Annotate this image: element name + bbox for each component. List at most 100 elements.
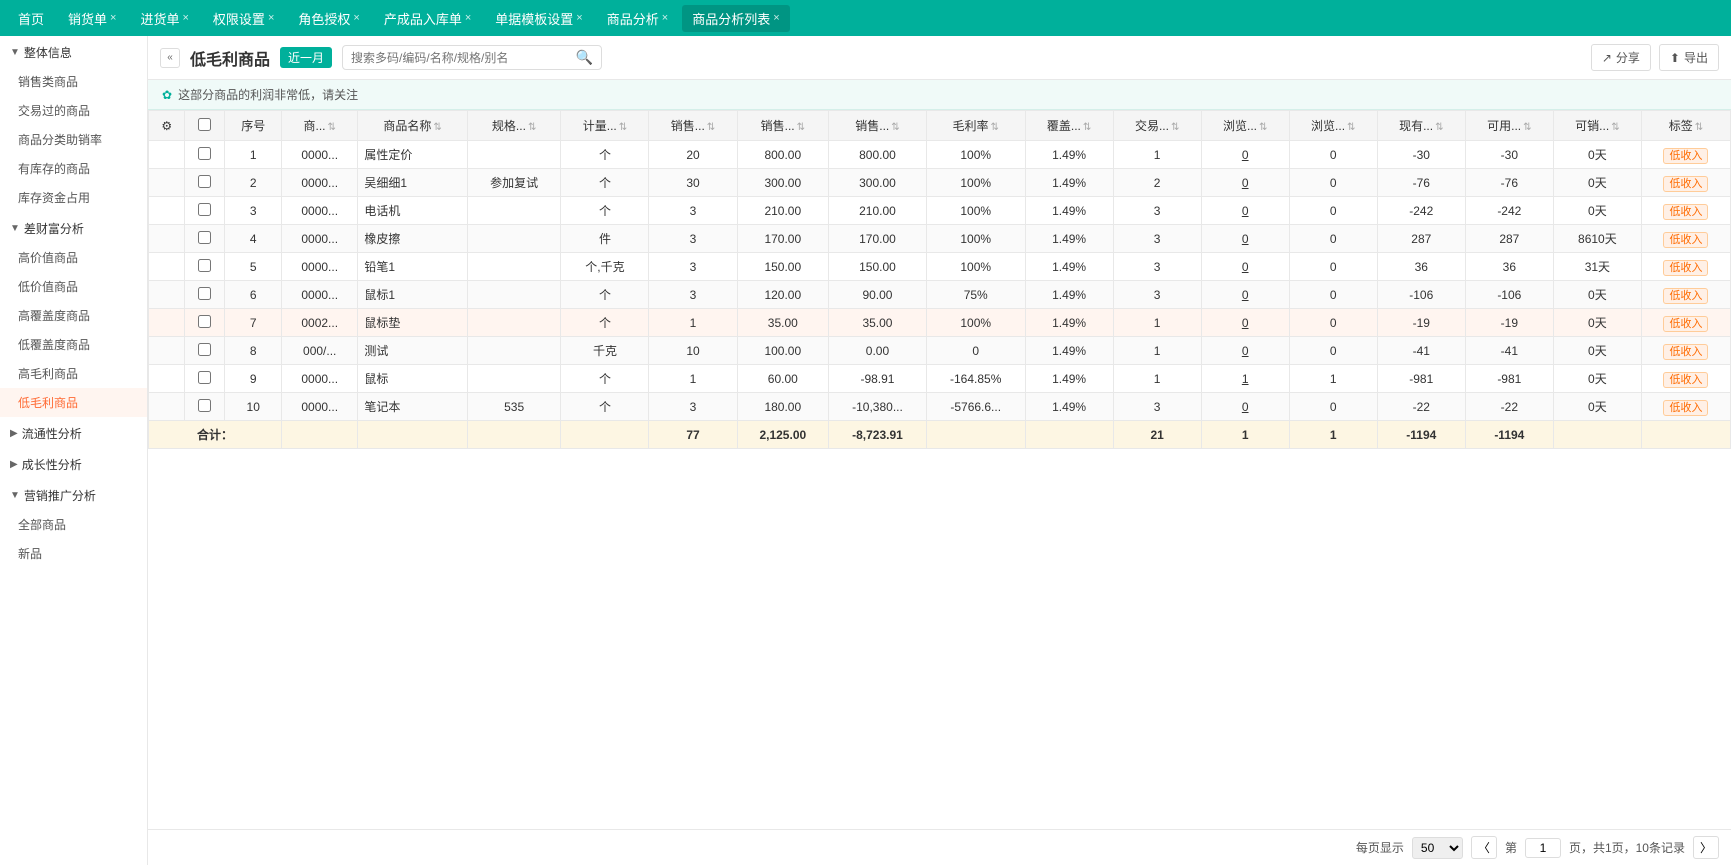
cell-coverage: 1.49%	[1025, 337, 1113, 365]
cell-checkbox[interactable]	[185, 309, 225, 337]
cell-browse1[interactable]: 0	[1201, 169, 1289, 197]
search-icon[interactable]: 🔍	[576, 49, 593, 66]
cell-browse1[interactable]: 0	[1201, 141, 1289, 169]
row-checkbox[interactable]	[198, 399, 211, 412]
export-button[interactable]: ⬆ 导出	[1659, 44, 1719, 71]
cell-browse1[interactable]: 0	[1201, 281, 1289, 309]
nav-product-in[interactable]: 产成品入库单 ×	[374, 5, 481, 32]
sidebar-item-low-margin[interactable]: 低毛利商品	[0, 388, 147, 417]
th-browse1[interactable]: 浏览...⇅	[1201, 111, 1289, 141]
cell-checkbox[interactable]	[185, 393, 225, 421]
nav-template[interactable]: 单据模板设置 ×	[485, 5, 592, 32]
cell-checkbox[interactable]	[185, 169, 225, 197]
sidebar-section-growth[interactable]: ▶ 成长性分析	[0, 448, 147, 479]
period-tag[interactable]: 近一月	[280, 47, 332, 68]
cell-checkbox[interactable]	[185, 365, 225, 393]
sidebar-item-sales-products[interactable]: 销售类商品	[0, 67, 147, 96]
th-gross-margin[interactable]: 毛利率⇅	[926, 111, 1025, 141]
sidebar-item-all-products[interactable]: 全部商品	[0, 510, 147, 539]
th-coverage[interactable]: 覆盖...⇅	[1025, 111, 1113, 141]
share-button[interactable]: ↗ 分享	[1591, 44, 1651, 71]
cell-browse1[interactable]: 0	[1201, 225, 1289, 253]
cell-browse1[interactable]: 0	[1201, 253, 1289, 281]
sidebar-item-in-stock[interactable]: 有库存的商品	[0, 154, 147, 183]
cell-gross-margin: 75%	[926, 281, 1025, 309]
cell-browse1[interactable]: 0	[1201, 393, 1289, 421]
nav-close-product-analysis[interactable]: ×	[662, 12, 668, 24]
collapse-sidebar-btn[interactable]: «	[160, 48, 180, 68]
nav-product-analysis-list[interactable]: 商品分析列表 ×	[682, 5, 789, 32]
sidebar-item-high-coverage[interactable]: 高覆盖度商品	[0, 301, 147, 330]
th-transaction[interactable]: 交易...⇅	[1113, 111, 1201, 141]
th-sales-profit[interactable]: 销售...⇅	[829, 111, 927, 141]
page-number-input[interactable]	[1525, 838, 1561, 858]
th-name[interactable]: 商品名称⇅	[358, 111, 468, 141]
row-checkbox[interactable]	[198, 343, 211, 356]
search-input[interactable]	[351, 51, 572, 65]
sidebar-item-category-rate[interactable]: 商品分类助销率	[0, 125, 147, 154]
search-box[interactable]: 🔍	[342, 45, 602, 70]
nav-sales[interactable]: 销货单 ×	[58, 5, 126, 32]
nav-close-purchase[interactable]: ×	[182, 12, 188, 24]
select-all-checkbox[interactable]	[198, 118, 211, 131]
cell-checkbox[interactable]	[185, 281, 225, 309]
prev-page-btn[interactable]: 〈	[1471, 836, 1497, 859]
th-code[interactable]: 商...⇅	[282, 111, 358, 141]
cell-browse1[interactable]: 0	[1201, 197, 1289, 225]
th-current[interactable]: 现有...⇅	[1377, 111, 1465, 141]
nav-auth-settings[interactable]: 权限设置 ×	[203, 5, 284, 32]
th-unit[interactable]: 计量...⇅	[561, 111, 649, 141]
cell-checkbox[interactable]	[185, 253, 225, 281]
page-size-select[interactable]: 50 100 200	[1412, 837, 1463, 859]
th-tag[interactable]: 标签⇅	[1641, 111, 1730, 141]
th-available[interactable]: 可用...⇅	[1465, 111, 1553, 141]
sidebar-item-high-margin[interactable]: 高毛利商品	[0, 359, 147, 388]
sidebar-item-new-products[interactable]: 新品	[0, 539, 147, 568]
cell-browse1[interactable]: 0	[1201, 337, 1289, 365]
cell-sales-qty: 3	[649, 197, 737, 225]
cell-transaction: 1	[1113, 309, 1201, 337]
cell-checkbox[interactable]	[185, 337, 225, 365]
nav-close-template[interactable]: ×	[576, 12, 582, 24]
cell-checkbox[interactable]	[185, 141, 225, 169]
row-checkbox[interactable]	[198, 371, 211, 384]
th-settings[interactable]: ⚙	[149, 111, 185, 141]
th-sales-qty[interactable]: 销售...⇅	[649, 111, 737, 141]
nav-close-product-analysis-list[interactable]: ×	[773, 12, 779, 24]
cell-browse1[interactable]: 1	[1201, 365, 1289, 393]
th-checkbox[interactable]	[185, 111, 225, 141]
th-browse2[interactable]: 浏览...⇅	[1289, 111, 1377, 141]
nav-home[interactable]: 首页	[8, 5, 54, 32]
sidebar-section-wealth[interactable]: ▼ 差财富分析	[0, 212, 147, 243]
nav-close-auth-settings[interactable]: ×	[268, 12, 274, 24]
sidebar-item-capital[interactable]: 库存资金占用	[0, 183, 147, 212]
nav-role-auth[interactable]: 角色授权 ×	[288, 5, 369, 32]
nav-close-sales[interactable]: ×	[110, 12, 116, 24]
th-sellable[interactable]: 可销...⇅	[1553, 111, 1641, 141]
nav-purchase[interactable]: 进货单 ×	[130, 5, 198, 32]
nav-close-role-auth[interactable]: ×	[353, 12, 359, 24]
nav-close-product-in[interactable]: ×	[465, 12, 471, 24]
next-page-btn[interactable]: 〉	[1693, 836, 1719, 859]
sidebar-item-high-value[interactable]: 高价值商品	[0, 243, 147, 272]
nav-product-analysis[interactable]: 商品分析 ×	[597, 5, 678, 32]
th-spec[interactable]: 规格...⇅	[467, 111, 561, 141]
row-checkbox[interactable]	[198, 287, 211, 300]
sidebar-section-marketing[interactable]: ▼ 营销推广分析	[0, 479, 147, 510]
sidebar-item-traded-products[interactable]: 交易过的商品	[0, 96, 147, 125]
cell-browse1[interactable]: 0	[1201, 309, 1289, 337]
table-container[interactable]: ⚙ 序号 商...⇅ 商品名称⇅ 规格...⇅ 计量...⇅ 销售...⇅ 销售…	[148, 110, 1731, 829]
cell-checkbox[interactable]	[185, 225, 225, 253]
row-checkbox[interactable]	[198, 315, 211, 328]
row-checkbox[interactable]	[198, 259, 211, 272]
sidebar-section-flow[interactable]: ▶ 流通性分析	[0, 417, 147, 448]
row-checkbox[interactable]	[198, 147, 211, 160]
row-checkbox[interactable]	[198, 231, 211, 244]
sidebar-item-low-value[interactable]: 低价值商品	[0, 272, 147, 301]
sidebar-item-low-coverage[interactable]: 低覆盖度商品	[0, 330, 147, 359]
row-checkbox[interactable]	[198, 203, 211, 216]
cell-checkbox[interactable]	[185, 197, 225, 225]
sidebar-section-overall[interactable]: ▼ 整体信息	[0, 36, 147, 67]
row-checkbox[interactable]	[198, 175, 211, 188]
th-sales-price[interactable]: 销售...⇅	[737, 111, 829, 141]
